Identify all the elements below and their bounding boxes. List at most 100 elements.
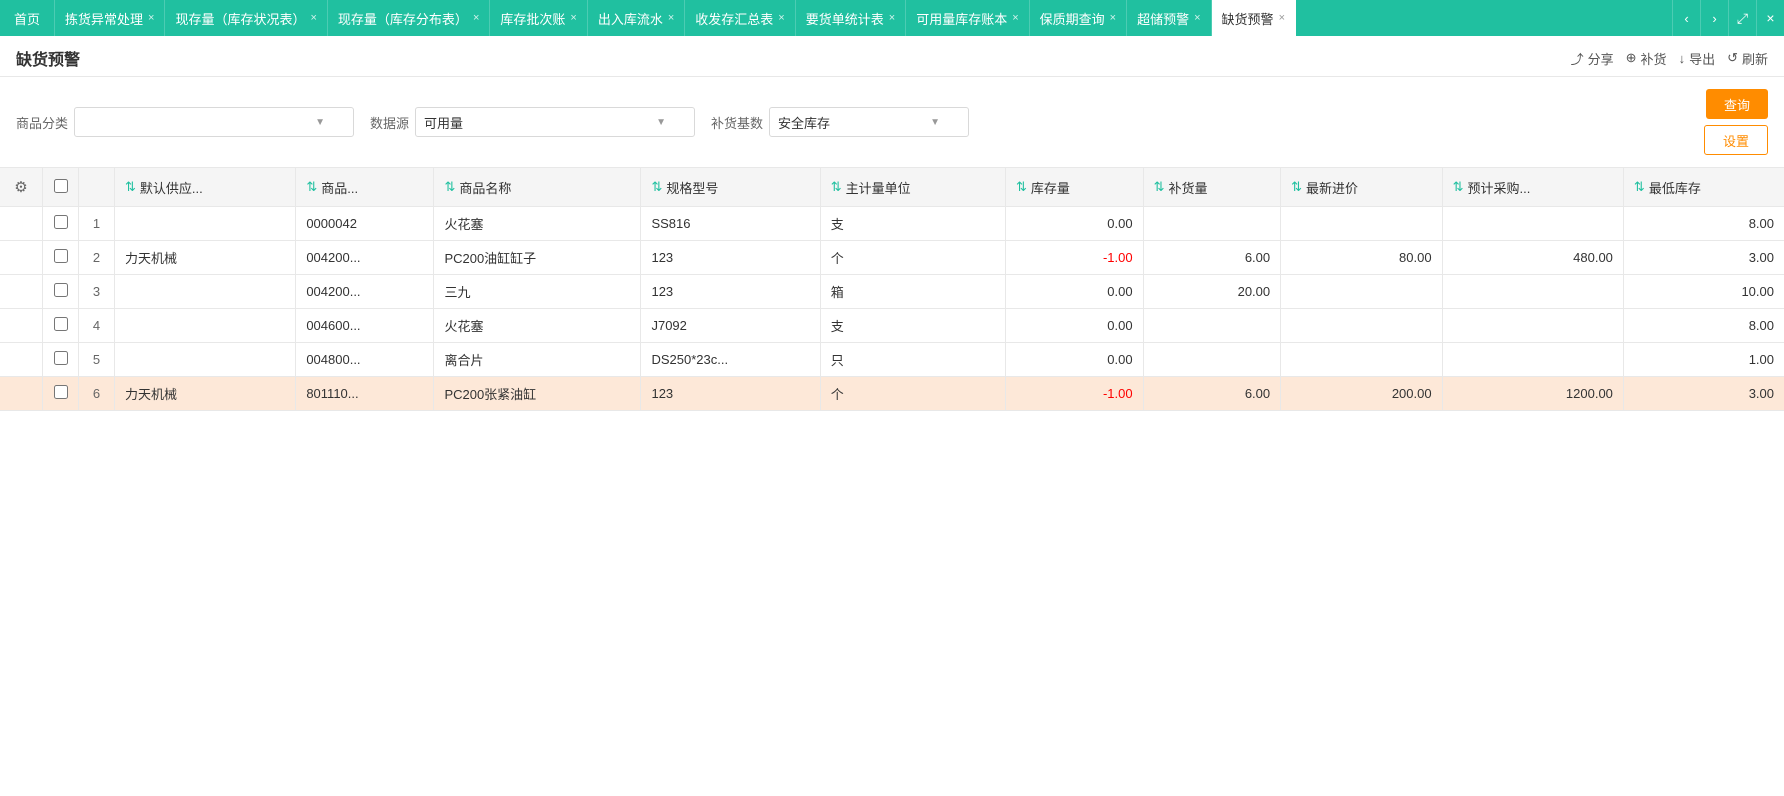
datasource-select[interactable]: 可用量 ▼ <box>415 107 695 137</box>
row-checkbox-cell <box>43 275 79 309</box>
tab-shortage[interactable]: 缺货预警 × <box>1212 0 1296 36</box>
nav-restore-btn[interactable]: ⤢ <box>1728 0 1756 36</box>
row-checkbox[interactable] <box>54 317 68 331</box>
row-replenish: 20.00 <box>1143 275 1281 309</box>
row-seq: 3 <box>79 275 115 309</box>
col-min-stock-label: 最低库存 <box>1649 178 1701 197</box>
nav-arrow-left[interactable]: ‹ <box>1672 0 1700 36</box>
tab-receive[interactable]: 收发存汇总表× <box>685 0 795 36</box>
col-est-purchase: ⇅ 预计采购... <box>1442 168 1623 207</box>
select-all-checkbox[interactable] <box>54 179 68 193</box>
row-est-purchase <box>1442 343 1623 377</box>
tab-label: 库存批次账 <box>500 9 565 28</box>
row-latest-price: 200.00 <box>1281 377 1442 411</box>
row-checkbox[interactable] <box>54 215 68 229</box>
row-est-purchase: 1200.00 <box>1442 377 1623 411</box>
filter-area: 商品分类 ▼ 数据源 可用量 ▼ 补货基数 安全库存 ▼ 查询 设置 <box>0 77 1784 167</box>
col-product-name: ⇅ 商品名称 <box>434 168 641 207</box>
row-est-purchase <box>1442 275 1623 309</box>
datasource-filter-group: 数据源 可用量 ▼ <box>370 107 695 137</box>
row-action-cell <box>0 207 43 241</box>
row-product-name: PC200张紧油缸 <box>434 377 641 411</box>
tab-expiry[interactable]: 保质期查询× <box>1030 0 1127 36</box>
export-icon: ↓ <box>1679 51 1686 66</box>
table-body: 1 0000042 火花塞 SS816 支 0.00 8.00 2 力天机械 0… <box>0 207 1784 411</box>
row-checkbox[interactable] <box>54 249 68 263</box>
nav-close-btn[interactable]: × <box>1756 0 1784 36</box>
query-button[interactable]: 查询 <box>1706 89 1768 119</box>
table-settings-icon[interactable]: ⚙ <box>10 176 32 198</box>
tab-inout[interactable]: 出入库流水× <box>588 0 685 36</box>
row-unit: 个 <box>820 241 1005 275</box>
tab-close-btn[interactable]: × <box>668 12 674 24</box>
datasource-arrow-icon: ▼ <box>656 117 666 128</box>
tab-stock-dist[interactable]: 现存量（库存分布表） × <box>328 0 490 36</box>
tab-order-stat[interactable]: 要货单统计表× <box>796 0 906 36</box>
row-checkbox[interactable] <box>54 283 68 297</box>
col-stock-label: 库存量 <box>1031 178 1070 197</box>
row-action-cell <box>0 309 43 343</box>
export-button[interactable]: ↓ 导出 <box>1679 49 1716 68</box>
category-select[interactable]: ▼ <box>74 107 354 137</box>
tab-close-btn[interactable]: × <box>1110 12 1116 24</box>
tab-exception[interactable]: 拣货异常处理 × <box>55 0 165 36</box>
tab-label: 缺货预警 <box>1222 9 1274 28</box>
row-min-stock: 8.00 <box>1623 207 1784 241</box>
sort-icon: ⇅ <box>1453 179 1464 195</box>
row-checkbox-cell <box>43 343 79 377</box>
row-checkbox[interactable] <box>54 351 68 365</box>
tab-label: 现存量（库存分布表） <box>338 9 468 28</box>
tab-close-btn[interactable]: × <box>778 12 784 24</box>
row-checkbox[interactable] <box>54 385 68 399</box>
tab-close-btn[interactable]: × <box>148 12 154 24</box>
header-actions: ⤴ 分享 ⊕ 补货 ↓ 导出 ↺ 刷新 <box>1571 49 1768 68</box>
row-unit: 支 <box>820 309 1005 343</box>
col-spec: ⇅ 规格型号 <box>641 168 820 207</box>
row-supplier <box>115 309 296 343</box>
tab-available[interactable]: 可用量库存账本× <box>906 0 1029 36</box>
refresh-label: 刷新 <box>1742 49 1768 68</box>
tab-close-btn[interactable]: × <box>473 12 479 24</box>
row-checkbox-cell <box>43 241 79 275</box>
tab-batch[interactable]: 库存批次账 × <box>490 0 587 36</box>
sort-icon: ⇅ <box>444 179 455 195</box>
tab-close-btn[interactable]: × <box>310 12 316 24</box>
table-row: 3 004200... 三九 123 箱 0.00 20.00 10.00 <box>0 275 1784 309</box>
category-label: 商品分类 <box>16 113 68 132</box>
tab-label: 拣货异常处理 <box>65 9 143 28</box>
tab-home[interactable]: 首页 <box>0 0 55 36</box>
row-seq: 6 <box>79 377 115 411</box>
row-spec: 123 <box>641 241 820 275</box>
basis-select[interactable]: 安全库存 ▼ <box>769 107 969 137</box>
settings-button[interactable]: 设置 <box>1704 125 1768 155</box>
tab-overstock[interactable]: 超储预警× <box>1127 0 1211 36</box>
row-product-name: 火花塞 <box>434 309 641 343</box>
row-spec: 123 <box>641 377 820 411</box>
row-seq: 1 <box>79 207 115 241</box>
tab-close-btn[interactable]: × <box>889 12 895 24</box>
row-seq: 5 <box>79 343 115 377</box>
col-spec-label: 规格型号 <box>666 178 718 197</box>
row-latest-price <box>1281 207 1442 241</box>
data-table: ⚙ ⇅ 默认供应... ⇅ 商 <box>0 167 1784 411</box>
row-est-purchase <box>1442 207 1623 241</box>
tab-stock-status[interactable]: 现存量（库存状况表） × <box>165 0 327 36</box>
sort-icon: ⇅ <box>1016 179 1027 195</box>
basis-value: 安全库存 <box>778 113 830 132</box>
nav-arrow-right[interactable]: › <box>1700 0 1728 36</box>
tab-close-btn[interactable]: × <box>1012 12 1018 24</box>
share-button[interactable]: ⤴ 分享 <box>1571 49 1614 68</box>
row-supplier <box>115 343 296 377</box>
tab-close-btn[interactable]: × <box>1194 12 1200 24</box>
tab-label: 现存量（库存状况表） <box>175 9 305 28</box>
row-checkbox-cell <box>43 207 79 241</box>
replenish-button[interactable]: ⊕ 补货 <box>1626 49 1667 68</box>
category-filter-group: 商品分类 ▼ <box>16 107 354 137</box>
tab-close-btn[interactable]: × <box>1279 12 1285 24</box>
row-replenish <box>1143 343 1281 377</box>
refresh-button[interactable]: ↺ 刷新 <box>1727 49 1768 68</box>
table-row: 6 力天机械 801110... PC200张紧油缸 123 个 -1.00 6… <box>0 377 1784 411</box>
row-seq: 4 <box>79 309 115 343</box>
tab-close-btn[interactable]: × <box>570 12 576 24</box>
sort-icon: ⇅ <box>125 179 136 195</box>
